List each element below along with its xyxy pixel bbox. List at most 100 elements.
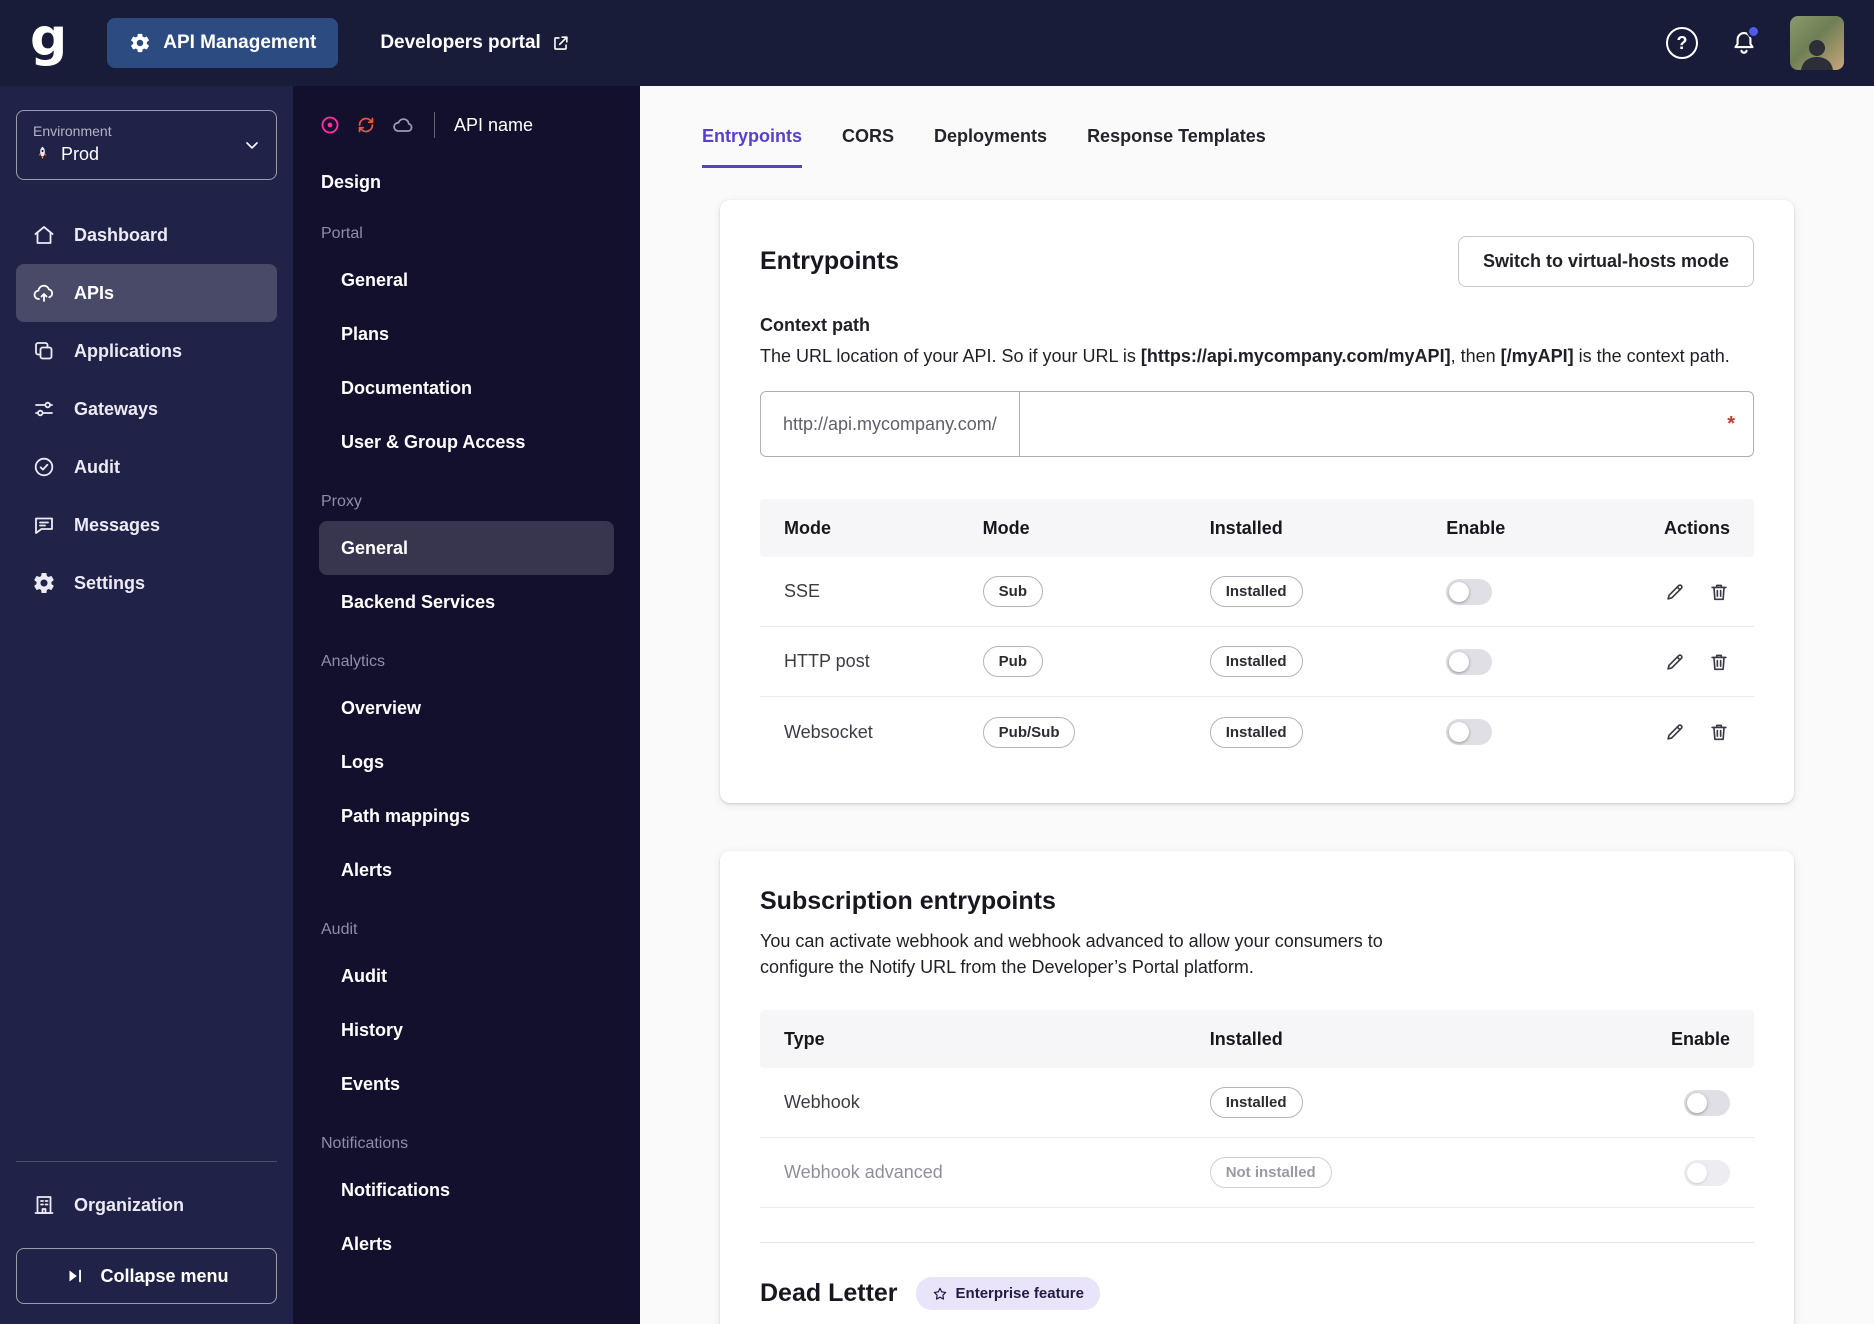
enable-toggle[interactable] — [1446, 648, 1493, 675]
sidebar-item-applications[interactable]: Applications — [16, 322, 277, 380]
applications-icon — [35, 342, 53, 360]
sidebar-item-label: Gateways — [74, 398, 159, 419]
api-menu-item-plans[interactable]: Plans — [319, 307, 614, 361]
enable-toggle-disabled — [1683, 1159, 1730, 1186]
user-avatar[interactable] — [1790, 16, 1844, 70]
edit-icon[interactable] — [1664, 651, 1686, 673]
installed-chip: Installed — [1209, 576, 1303, 607]
table-row-http-post: HTTP post Pub Installed — [760, 627, 1754, 697]
main-sidebar: Environment Prod Dashboard APIs Applicat… — [0, 86, 293, 1324]
sidebar-item-organization[interactable]: Organization — [16, 1176, 277, 1234]
tab-bar: Entrypoints CORS Deployments Response Te… — [640, 86, 1874, 168]
subscription-table: Type Installed Enable Webhook Installed … — [760, 1010, 1754, 1209]
entrypoints-title: Entrypoints — [760, 247, 899, 275]
enterprise-feature-badge: Enterprise feature — [915, 1277, 1100, 1311]
developers-portal-link[interactable]: Developers portal — [380, 32, 570, 54]
environment-value: Prod — [61, 144, 100, 164]
api-menu-item-history[interactable]: History — [319, 1003, 614, 1057]
desc-path-bold: [/myAPI] — [1500, 346, 1574, 366]
notifications-bell-icon[interactable] — [1730, 25, 1760, 57]
api-menu-item-audit[interactable]: Audit — [319, 949, 614, 1003]
api-state-record-icon — [319, 114, 341, 136]
topbar-actions: ? — [1666, 16, 1844, 70]
api-menu-item-path-mappings[interactable]: Path mappings — [319, 789, 614, 843]
subscription-type: Webhook advanced — [784, 1162, 943, 1183]
sidebar-item-gateways[interactable]: Gateways — [16, 380, 277, 438]
api-menu-design[interactable]: Design — [319, 164, 614, 201]
header-mode-2: Mode — [982, 517, 1030, 538]
api-out-of-sync-icon — [355, 114, 377, 136]
sidebar-item-messages[interactable]: Messages — [16, 496, 277, 554]
delete-icon[interactable] — [1708, 581, 1730, 603]
context-path-label: Context path — [760, 315, 870, 335]
api-menu-item-notifications[interactable]: Notifications — [319, 1163, 614, 1217]
api-menu-item-analytics-alerts[interactable]: Alerts — [319, 843, 614, 897]
sidebar-item-settings[interactable]: Settings — [16, 554, 277, 612]
delete-icon[interactable] — [1708, 721, 1730, 743]
help-icon[interactable]: ? — [1666, 27, 1698, 59]
mode-chip: Pub/Sub — [982, 716, 1076, 748]
context-path-input[interactable] — [1019, 392, 1728, 456]
api-menu-item-documentation[interactable]: Documentation — [319, 361, 614, 415]
sidebar-item-audit[interactable]: Audit — [16, 438, 277, 496]
entrypoints-card: Entrypoints Switch to virtual-hosts mode… — [720, 200, 1794, 803]
enable-toggle[interactable] — [1446, 578, 1493, 605]
audit-check-icon — [34, 457, 54, 477]
api-menu-item-backend-services[interactable]: Backend Services — [319, 575, 614, 629]
dead-letter-title: Dead Letter — [760, 1279, 898, 1308]
subscription-type: Webhook — [784, 1092, 860, 1113]
section-title-audit: Audit — [321, 921, 358, 938]
tab-entrypoints[interactable]: Entrypoints — [702, 126, 803, 168]
desc-url-bold: [https://api.mycompany.com/myAPI] — [1140, 346, 1451, 366]
not-installed-chip: Not installed — [1209, 1157, 1332, 1189]
delete-icon[interactable] — [1708, 651, 1730, 673]
gravitee-logo[interactable]: g — [30, 12, 67, 63]
section-title-analytics: Analytics — [321, 653, 386, 670]
environment-selector[interactable]: Environment Prod — [16, 110, 277, 180]
section-title-proxy: Proxy — [321, 493, 362, 510]
entrypoint-name: Websocket — [784, 721, 873, 742]
api-menu-item-user-group-access[interactable]: User & Group Access — [319, 415, 614, 469]
sidebar-item-label: Settings — [74, 572, 146, 593]
organization-building-icon — [34, 1196, 54, 1214]
installed-chip: Installed — [1209, 1087, 1303, 1119]
header-enable: Enable — [1446, 517, 1506, 538]
subscription-entrypoints-card: Subscription entrypoints You can activat… — [720, 851, 1794, 1324]
api-management-button[interactable]: API Management — [107, 18, 339, 68]
messages-icon — [35, 517, 53, 534]
sidebar-item-label: Applications — [74, 340, 183, 361]
enable-toggle[interactable] — [1446, 719, 1493, 745]
tab-response-templates[interactable]: Response Templates — [1087, 126, 1266, 168]
sidebar-item-apis[interactable]: APIs — [16, 264, 277, 322]
external-link-icon — [551, 34, 570, 53]
installed-chip: Installed — [1209, 716, 1303, 748]
switch-virtual-hosts-button[interactable]: Switch to virtual-hosts mode — [1457, 236, 1754, 287]
enable-toggle[interactable] — [1683, 1089, 1730, 1116]
main-content: Entrypoints CORS Deployments Response Te… — [640, 86, 1874, 1324]
api-menu-item-overview[interactable]: Overview — [319, 681, 614, 735]
api-menu-item-proxy-general[interactable]: General — [319, 521, 614, 575]
api-deploy-cloud-icon — [391, 113, 415, 137]
sidebar-item-label: Audit — [74, 456, 120, 477]
chevron-down-icon — [242, 135, 262, 155]
collapse-menu-button[interactable]: Collapse menu — [16, 1248, 277, 1304]
api-menu-item-logs[interactable]: Logs — [319, 735, 614, 789]
api-menu-item-notification-alerts[interactable]: Alerts — [319, 1217, 614, 1271]
sidebar-item-label: Messages — [74, 514, 161, 535]
table-row-sse: SSE Sub Installed — [760, 557, 1754, 627]
desc-text: The URL location of your API. So if your… — [760, 346, 1141, 366]
tab-deployments[interactable]: Deployments — [934, 126, 1047, 168]
entrypoints-table-header: Mode Mode Installed Enable Actions — [760, 499, 1754, 557]
table-row-websocket: Websocket Pub/Sub Installed — [760, 697, 1754, 767]
api-menu-item-portal-general[interactable]: General — [319, 253, 614, 307]
tab-cors[interactable]: CORS — [842, 126, 894, 168]
api-menu-item-events[interactable]: Events — [319, 1057, 614, 1111]
sidebar-item-dashboard[interactable]: Dashboard — [16, 206, 277, 264]
api-header: API name — [319, 112, 614, 138]
edit-icon[interactable] — [1664, 581, 1686, 603]
help-glyph: ? — [1676, 32, 1688, 53]
header-installed: Installed — [1209, 1028, 1283, 1049]
context-path-field: http://api.mycompany.com/ * — [760, 391, 1754, 457]
edit-icon[interactable] — [1664, 721, 1686, 743]
desc-text: is the context path. — [1573, 346, 1730, 366]
